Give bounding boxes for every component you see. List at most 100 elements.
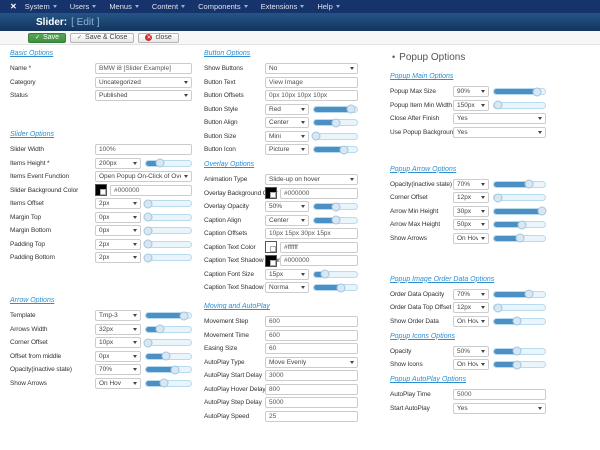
padding-top-slider-handle[interactable] [143, 240, 152, 249]
corner-offset-select[interactable]: 10px [95, 337, 141, 348]
slider-width-input[interactable] [95, 144, 192, 155]
popup-item-min-width-select[interactable]: 150px [453, 100, 489, 111]
items-offset-slider[interactable] [145, 200, 192, 207]
caption-font-size-slider-handle[interactable] [320, 270, 329, 279]
template-slider-handle[interactable] [180, 311, 189, 320]
offset-from-middle-slider-handle[interactable] [162, 352, 171, 361]
show-arrows-slider[interactable] [145, 380, 192, 387]
caption-text-shadow-size-select[interactable]: Norma [265, 282, 309, 293]
opacity-inactive-state-select[interactable]: 70% [95, 364, 141, 375]
opacity-select[interactable]: 50% [453, 346, 489, 357]
menu-extensions[interactable]: Extensions [261, 2, 305, 11]
items-height-slider[interactable] [145, 160, 192, 167]
button-icon-select[interactable]: Picture [265, 144, 309, 155]
autoplay-type-select[interactable]: Move Evenly [265, 357, 358, 368]
use-popup-background-image-select[interactable]: Yes [453, 127, 546, 138]
button-icon-slider[interactable] [313, 146, 358, 153]
corner-offset-slider-handle[interactable] [144, 338, 153, 347]
corner-offset-slider-handle[interactable] [494, 193, 503, 202]
caption-align-select[interactable]: Center [265, 215, 309, 226]
arrow-min-height-select[interactable]: 30px [453, 206, 489, 217]
category-select[interactable]: Uncategorized [95, 77, 192, 88]
overlay-background-color-color-swatch[interactable] [265, 187, 277, 199]
margin-bottom-slider[interactable] [145, 227, 192, 234]
show-order-data-slider[interactable] [493, 318, 546, 325]
slider-background-color-color-swatch[interactable] [95, 184, 107, 196]
button-text-input[interactable] [265, 77, 358, 88]
autoplay-start-delay-input[interactable] [265, 370, 358, 381]
button-align-select[interactable]: Center [265, 117, 309, 128]
close-button[interactable]: ✕ close [138, 33, 178, 43]
overlay-background-color-color-input[interactable] [280, 188, 358, 199]
margin-bottom-select[interactable]: 0px [95, 225, 141, 236]
opacity-slider[interactable] [493, 348, 546, 355]
margin-top-slider-handle[interactable] [143, 213, 152, 222]
order-data-top-offset-slider[interactable] [493, 304, 546, 311]
corner-offset-select[interactable]: 12px [453, 192, 489, 203]
popup-max-size-slider-handle[interactable] [533, 87, 542, 96]
menu-users[interactable]: Users [70, 2, 97, 11]
movement-time-input[interactable] [265, 330, 358, 341]
animation-type-select[interactable]: Slide-up on hover [265, 174, 358, 185]
opacity-inactive-state-slider-handle[interactable] [524, 180, 533, 189]
arrows-width-slider-handle[interactable] [156, 325, 165, 334]
arrow-max-height-slider[interactable] [493, 221, 546, 228]
caption-font-size-select[interactable]: 15px [265, 269, 309, 280]
button-offsets-input[interactable] [265, 90, 358, 101]
caption-text-shadow-size-slider[interactable] [313, 284, 358, 291]
autoplay-speed-input[interactable] [265, 411, 358, 422]
button-style-slider-handle[interactable] [346, 105, 355, 114]
close-after-finish-select[interactable]: Yes [453, 113, 546, 124]
start-autoplay-select[interactable]: Yes [453, 403, 546, 414]
status-select[interactable]: Published [95, 90, 192, 101]
button-style-select[interactable]: Red [265, 104, 309, 115]
button-icon-slider-handle[interactable] [340, 145, 349, 154]
show-icons-slider[interactable] [493, 361, 546, 368]
padding-bottom-select[interactable]: 2px [95, 252, 141, 263]
caption-text-shadow-color-color-input[interactable] [280, 255, 358, 266]
opacity-inactive-state-slider[interactable] [493, 181, 546, 188]
offset-from-middle-slider[interactable] [145, 353, 192, 360]
padding-bottom-slider[interactable] [145, 254, 192, 261]
margin-top-select[interactable]: 0px [95, 212, 141, 223]
show-icons-slider-handle[interactable] [512, 360, 521, 369]
menu-system[interactable]: System [25, 2, 57, 11]
items-event-function-select[interactable]: Open Popup On-Click of Over [95, 171, 192, 182]
corner-offset-slider[interactable] [145, 339, 192, 346]
save-and-close-button[interactable]: ✓ Save & Close [70, 33, 134, 43]
easing-size-input[interactable] [265, 343, 358, 354]
popup-max-size-select[interactable]: 90% [453, 86, 489, 97]
show-buttons-select[interactable]: No [265, 63, 358, 74]
autoplay-time-input[interactable] [453, 389, 546, 400]
show-order-data-slider-handle[interactable] [512, 317, 521, 326]
show-arrows-select[interactable]: On Hov [95, 378, 141, 389]
slider-background-color-color-input[interactable] [110, 185, 192, 196]
caption-align-slider[interactable] [313, 217, 358, 224]
overlay-opacity-select[interactable]: 50% [265, 201, 309, 212]
items-offset-select[interactable]: 2px [95, 198, 141, 209]
caption-offsets-input[interactable] [265, 228, 358, 239]
show-arrows-select[interactable]: On Hov [453, 233, 489, 244]
opacity-slider-handle[interactable] [512, 347, 521, 356]
popup-item-min-width-slider-handle[interactable] [494, 101, 503, 110]
items-height-slider-handle[interactable] [155, 159, 164, 168]
template-select[interactable]: Tmp-3 [95, 310, 141, 321]
caption-text-shadow-color-color-swatch[interactable] [265, 255, 277, 267]
arrows-width-slider[interactable] [145, 326, 192, 333]
padding-top-slider[interactable] [145, 241, 192, 248]
menu-components[interactable]: Components [198, 2, 248, 11]
arrows-width-select[interactable]: 32px [95, 324, 141, 335]
name-input[interactable] [95, 63, 192, 74]
autoplay-step-delay-input[interactable] [265, 397, 358, 408]
order-data-opacity-slider[interactable] [493, 291, 546, 298]
caption-text-shadow-size-slider-handle[interactable] [336, 283, 345, 292]
arrow-max-height-select[interactable]: 50px [453, 219, 489, 230]
order-data-opacity-slider-handle[interactable] [524, 290, 533, 299]
menu-help[interactable]: Help [317, 2, 339, 11]
order-data-top-offset-select[interactable]: 12px [453, 302, 489, 313]
caption-font-size-slider[interactable] [313, 271, 358, 278]
items-height-select[interactable]: 200px [95, 158, 141, 169]
button-size-select[interactable]: Mini [265, 131, 309, 142]
opacity-inactive-state-select[interactable]: 70% [453, 179, 489, 190]
margin-top-slider[interactable] [145, 214, 192, 221]
